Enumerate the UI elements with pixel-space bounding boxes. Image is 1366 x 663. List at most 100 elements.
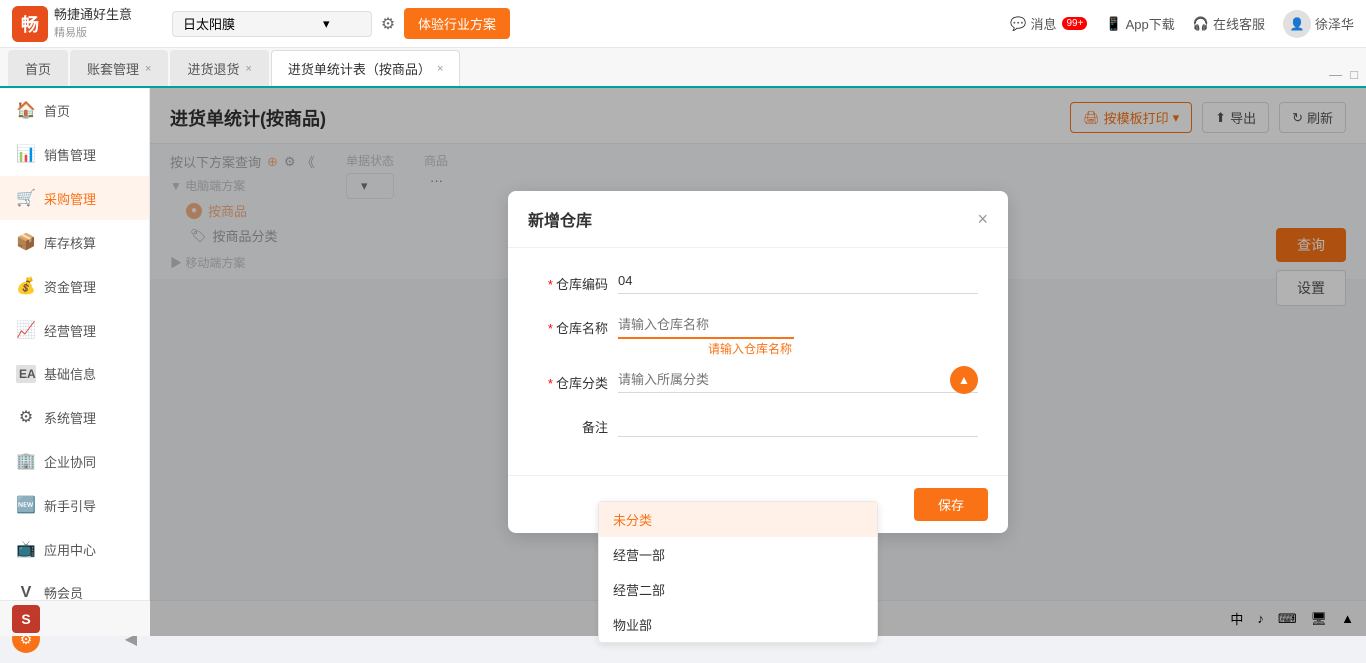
tab-stats[interactable]: 进货单统计表（按商品） × bbox=[271, 50, 460, 86]
purchase-icon: 🛒 bbox=[16, 188, 36, 208]
sidebar-item-apps[interactable]: 📺 应用中心 bbox=[0, 527, 149, 571]
logo-text: 畅捷通好生意 bbox=[54, 7, 132, 24]
sidebar-item-purchase[interactable]: 🛒 采购管理 bbox=[0, 176, 149, 220]
sidebar-item-operations[interactable]: 📈 经营管理 bbox=[0, 308, 149, 352]
dropdown-option-0[interactable]: 未分类 bbox=[599, 502, 877, 537]
tab-returns[interactable]: 进货退货 × bbox=[170, 50, 268, 86]
dropdown-option-1[interactable]: 经营一部 bbox=[599, 537, 877, 572]
tab-home-label: 首页 bbox=[25, 59, 51, 78]
basic-icon: EA bbox=[16, 365, 36, 383]
form-row-remark: 备注 bbox=[538, 411, 978, 437]
sidebar-item-inventory[interactable]: 📦 库存核算 bbox=[0, 220, 149, 264]
operations-icon: 📈 bbox=[16, 320, 36, 340]
tab-window-actions: — □ bbox=[1329, 67, 1358, 86]
sidebar-label-home: 首页 bbox=[44, 101, 70, 120]
code-label: 仓库编码 bbox=[538, 268, 618, 293]
modal-title: 新增仓库 bbox=[528, 207, 592, 231]
finance-icon: 💰 bbox=[16, 276, 36, 296]
window-maximize[interactable]: □ bbox=[1350, 67, 1358, 82]
app-icon: 📱 bbox=[1105, 16, 1121, 32]
content-area: 进货单统计(按商品) 🖨 按模板打印 ▾ ⬆ 导出 ↻ 刷新 bbox=[150, 88, 1366, 636]
sidebar-item-home[interactable]: 🏠 首页 bbox=[0, 88, 149, 132]
avatar: 👤 bbox=[1283, 10, 1311, 38]
system-icon: ⚙ bbox=[16, 407, 36, 427]
search-dropdown-icon[interactable]: ▾ bbox=[323, 16, 330, 32]
sidebar: 🏠 首页 📊 销售管理 🛒 采购管理 📦 库存核算 💰 资金管理 📈 经营管理 … bbox=[0, 88, 150, 636]
form-row-code: 仓库编码 bbox=[538, 268, 978, 294]
topbar-search-box[interactable]: ▾ bbox=[172, 11, 372, 37]
tab-stats-close[interactable]: × bbox=[437, 63, 443, 75]
message-icon: 💬 bbox=[1010, 16, 1026, 32]
tabbar: 首页 账套管理 × 进货退货 × 进货单统计表（按商品） × — □ bbox=[0, 48, 1366, 88]
dropdown-option-2[interactable]: 经营二部 bbox=[599, 572, 877, 607]
search-input[interactable] bbox=[183, 16, 323, 31]
username: 徐泽华 bbox=[1315, 14, 1354, 33]
category-dropdown-toggle[interactable]: ▲ bbox=[950, 366, 978, 394]
tab-accounts[interactable]: 账套管理 × bbox=[70, 50, 168, 86]
modal-dialog: 新增仓库 × 仓库编码 仓库名称 请输入仓库名称 bbox=[508, 191, 1008, 533]
enterprise-icon: 🏢 bbox=[16, 451, 36, 471]
category-select-wrapper: ▲ bbox=[618, 367, 978, 393]
apps-icon: 📺 bbox=[16, 539, 36, 559]
remark-label: 备注 bbox=[538, 411, 618, 436]
sidebar-label-finance: 资金管理 bbox=[44, 277, 96, 296]
vip-icon: V bbox=[16, 584, 36, 602]
sidebar-item-guide[interactable]: 🆕 新手引导 bbox=[0, 483, 149, 527]
tab-stats-label: 进货单统计表（按商品） bbox=[288, 59, 431, 78]
sidebar-label-enterprise: 企业协同 bbox=[44, 452, 96, 471]
sidebar-label-basic: 基础信息 bbox=[44, 364, 96, 383]
sidebar-item-enterprise[interactable]: 🏢 企业协同 bbox=[0, 439, 149, 483]
form-row-name: 仓库名称 请输入仓库名称 bbox=[538, 312, 978, 339]
message-label: 消息 bbox=[1030, 14, 1056, 33]
main-layout: 🏠 首页 📊 销售管理 🛒 采购管理 📦 库存核算 💰 资金管理 📈 经营管理 … bbox=[0, 88, 1366, 636]
home-icon: 🏠 bbox=[16, 100, 36, 120]
sidebar-label-apps: 应用中心 bbox=[44, 540, 96, 559]
form-row-category: 仓库分类 ▲ bbox=[538, 367, 978, 393]
online-service-label: 在线客服 bbox=[1213, 14, 1265, 33]
tab-returns-close[interactable]: × bbox=[245, 63, 251, 75]
topbar-right: 💬 消息 99+ 📱 App下载 🎧 在线客服 👤 徐泽华 bbox=[1010, 10, 1354, 38]
remark-input[interactable] bbox=[618, 411, 978, 437]
name-field-wrapper: 请输入仓库名称 bbox=[618, 312, 978, 339]
sidebar-label-inventory: 库存核算 bbox=[44, 233, 96, 252]
sales-icon: 📊 bbox=[16, 144, 36, 164]
sidebar-item-basic[interactable]: EA 基础信息 bbox=[0, 352, 149, 395]
app-download-label: App下载 bbox=[1126, 14, 1175, 33]
headset-icon: 🎧 bbox=[1193, 16, 1209, 32]
app-download-button[interactable]: 📱 App下载 bbox=[1105, 14, 1174, 33]
modal-header: 新增仓库 × bbox=[508, 191, 1008, 248]
experience-button[interactable]: 体验行业方案 bbox=[404, 8, 510, 39]
window-minimize[interactable]: — bbox=[1329, 67, 1342, 82]
guide-icon: 🆕 bbox=[16, 495, 36, 515]
tab-accounts-label: 账套管理 bbox=[87, 59, 139, 78]
sidebar-item-sales[interactable]: 📊 销售管理 bbox=[0, 132, 149, 176]
sidebar-label-guide: 新手引导 bbox=[44, 496, 96, 515]
chevron-up-icon: ▲ bbox=[958, 373, 970, 387]
tab-home[interactable]: 首页 bbox=[8, 50, 68, 86]
sidebar-label-system: 系统管理 bbox=[44, 408, 96, 427]
modal-body: 仓库编码 仓库名称 请输入仓库名称 仓库分类 bbox=[508, 248, 1008, 475]
sidebar-item-finance[interactable]: 💰 资金管理 bbox=[0, 264, 149, 308]
sidebar-item-system[interactable]: ⚙ 系统管理 bbox=[0, 395, 149, 439]
sidebar-label-purchase: 采购管理 bbox=[44, 189, 96, 208]
name-error-message: 请输入仓库名称 bbox=[708, 340, 792, 357]
sidebar-label-operations: 经营管理 bbox=[44, 321, 96, 340]
online-service-button[interactable]: 🎧 在线客服 bbox=[1193, 14, 1265, 33]
code-input[interactable] bbox=[618, 268, 978, 294]
logo-text-area: 畅捷通好生意 精易版 bbox=[54, 7, 132, 40]
category-input[interactable] bbox=[618, 367, 978, 393]
tab-accounts-close[interactable]: × bbox=[145, 63, 151, 75]
name-input[interactable] bbox=[618, 312, 794, 339]
message-button[interactable]: 💬 消息 99+ bbox=[1010, 14, 1087, 33]
gear-button[interactable]: ⚙ bbox=[372, 8, 404, 40]
category-dropdown-list: 未分类 经营一部 经营二部 物业部 bbox=[598, 501, 878, 643]
dropdown-option-3[interactable]: 物业部 bbox=[599, 607, 877, 642]
modal-close-button[interactable]: × bbox=[977, 210, 988, 228]
save-button[interactable]: 保存 bbox=[914, 488, 988, 521]
inventory-icon: 📦 bbox=[16, 232, 36, 252]
logo-sub: 精易版 bbox=[54, 24, 132, 40]
logo-icon: 畅 bbox=[12, 6, 48, 42]
user-area[interactable]: 👤 徐泽华 bbox=[1283, 10, 1354, 38]
message-badge: 99+ bbox=[1062, 17, 1087, 30]
modal-overlay[interactable]: 新增仓库 × 仓库编码 仓库名称 请输入仓库名称 bbox=[150, 88, 1366, 636]
